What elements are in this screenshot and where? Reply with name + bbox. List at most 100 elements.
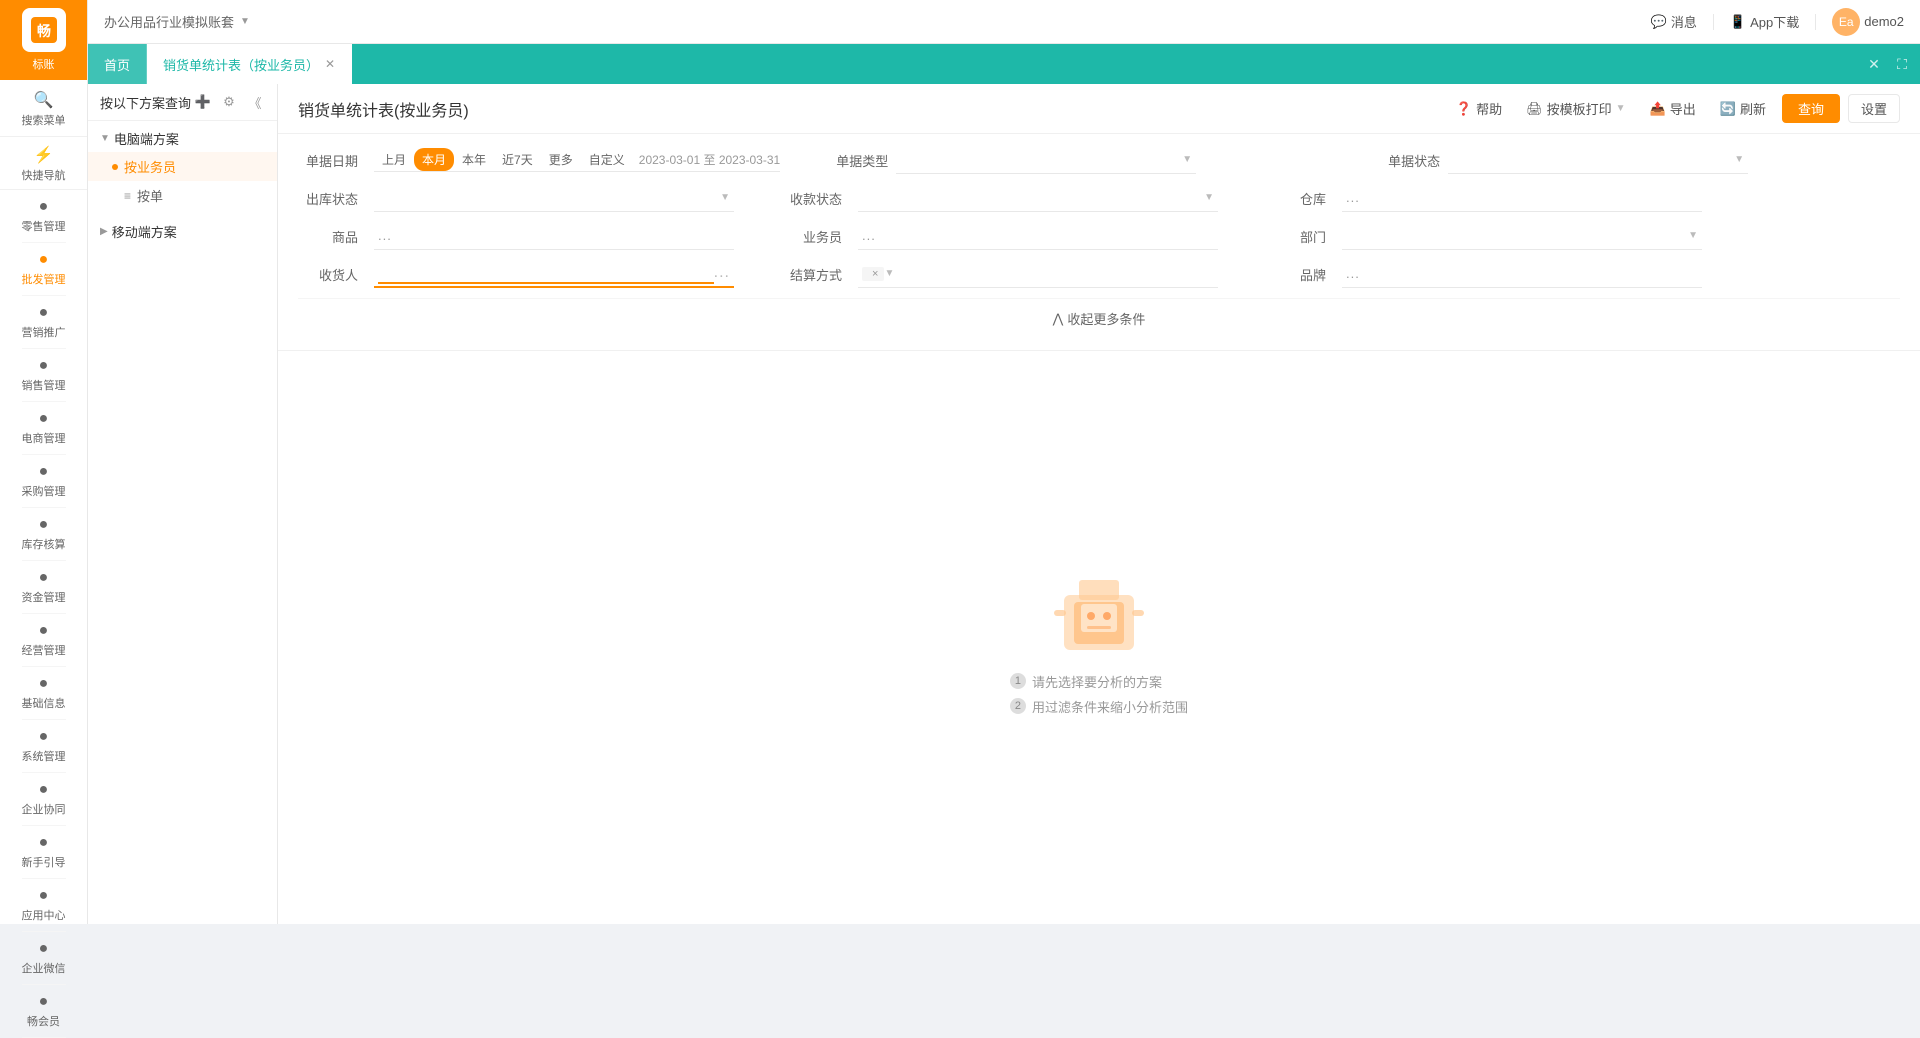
left-panel-settings-btn[interactable]: ⚙ (219, 92, 239, 112)
topbar-appdownload-label: App下载 (1750, 12, 1799, 31)
sidebar-item-newguide[interactable]: ● 新手引导 (22, 826, 66, 879)
sidebar-item-icon: ● (39, 357, 49, 375)
query-label: 查询 (1798, 99, 1824, 118)
topbar-company-name: 办公用品行业模拟账套 (104, 12, 234, 31)
sidebar-logo[interactable]: 畅 标账 (0, 0, 87, 80)
sidebar-item-vip[interactable]: ● 畅会员 (22, 985, 66, 1038)
refresh-btn[interactable]: 🔄 刷新 (1712, 95, 1774, 122)
sidebar-item-wechat[interactable]: ● 企业微信 (22, 932, 66, 985)
tab-home[interactable]: 首页 (88, 44, 147, 84)
date-btn-this-year[interactable]: 本年 (454, 148, 494, 171)
sidebar-item-label: 应用中心 (22, 907, 66, 923)
template-print-btn[interactable]: 🖨 按模板打印 ▼ (1518, 95, 1633, 122)
sidebar-item-label: 零售管理 (22, 218, 66, 234)
sidebar-item-finance[interactable]: ● 资金管理 (22, 561, 66, 614)
active-dot-icon (112, 164, 118, 170)
doc-status-control[interactable]: ▼ (1448, 146, 1748, 174)
sidebar-item-purchase[interactable]: ● 采购管理 (22, 455, 66, 508)
sidebar-quicknav-label: 快捷导航 (22, 167, 66, 183)
help-icon: ❓ (1456, 101, 1472, 117)
left-panel-header: 按以下方案查询 ➕ ⚙ 《 (88, 84, 277, 121)
salesperson-label: 业务员 (782, 227, 842, 246)
query-btn[interactable]: 查询 (1782, 94, 1840, 123)
sidebar-item-basic[interactable]: ● 基础信息 (22, 667, 66, 720)
department-control[interactable]: ▼ (1342, 222, 1702, 250)
topbar-user-btn[interactable]: Ea demo2 (1832, 8, 1904, 36)
salesperson-control[interactable]: ... (858, 222, 1218, 250)
sidebar-item-operation[interactable]: ● 经营管理 (22, 614, 66, 667)
goods-label: 商品 (298, 227, 358, 246)
empty-tip-2: 2 用过滤条件来缩小分析范围 (1010, 697, 1188, 716)
main-area: 办公用品行业模拟账套 ▼ 💬 消息 📱 App下载 Ea demo2 (88, 0, 1920, 924)
topbar-appdownload-btn[interactable]: 📱 App下载 (1730, 12, 1799, 31)
out-status-control[interactable]: ▼ (374, 184, 734, 212)
collapse-label: 收起更多条件 (1067, 309, 1145, 328)
topbar-dropdown[interactable]: 办公用品行业模拟账套 ▼ (104, 12, 250, 31)
sidebar-quicknav-item[interactable]: ⚡ 快捷导航 (0, 137, 87, 190)
left-panel-add-btn[interactable]: ➕ (193, 92, 213, 112)
topbar-dropdown-arrow-icon: ▼ (240, 16, 250, 27)
print-icon: 🖨 (1526, 101, 1543, 117)
consignee-control[interactable]: ... (374, 260, 734, 288)
content-area: 按以下方案查询 ➕ ⚙ 《 ▼ 电脑端方案 按业务员 ≡ 按单 (88, 84, 1920, 924)
collapse-row: ⋀ 收起更多条件 (298, 298, 1900, 338)
tab-sales-stats[interactable]: 销货单统计表（按业务员） ✕ (147, 44, 352, 84)
left-panel-collapse-btn[interactable]: 《 (245, 92, 265, 112)
out-status-label: 出库状态 (298, 189, 358, 208)
tab-minimize-btn[interactable]: ✕ (1864, 54, 1884, 74)
export-btn[interactable]: 📤 导出 (1642, 95, 1704, 122)
doc-type-control[interactable]: ▼ (896, 146, 1196, 174)
consignee-dots-icon: ... (714, 264, 730, 282)
scheme-salesperson-label: 按业务员 (124, 157, 176, 176)
date-btn-this-month[interactable]: 本月 (414, 148, 454, 171)
scheme-group-expand-icon: ▼ (100, 133, 110, 144)
sidebar-item-icon: ● (39, 198, 49, 216)
warehouse-control[interactable]: ... (1342, 184, 1702, 212)
sidebar-search-item[interactable]: 🔍 搜索菜单 (0, 80, 87, 137)
scheme-group-mobile-header[interactable]: ▶ 移动端方案 (88, 218, 277, 245)
settlement-control[interactable]: × ▼ (858, 260, 1218, 288)
sidebar-item-wholesale[interactable]: ● 批发管理 (22, 243, 66, 296)
sidebar-item-enterprise[interactable]: ● 企业协同 (22, 773, 66, 826)
settings-btn[interactable]: 设置 (1848, 94, 1900, 123)
sidebar-item-icon: ● (39, 410, 49, 428)
avatar: Ea (1832, 8, 1860, 36)
date-btn-last-7days[interactable]: 近7天 (494, 148, 541, 171)
empty-content: 1 请先选择要分析的方案 2 用过滤条件来缩小分析范围 (1010, 560, 1188, 716)
goods-control[interactable]: ... (374, 222, 734, 250)
sidebar-item-icon: ● (39, 304, 49, 322)
sidebar-item-marketing[interactable]: ● 营销推广 (22, 296, 66, 349)
scheme-group-pc-label: 电脑端方案 (114, 129, 179, 148)
sidebar-item-sales[interactable]: ● 销售管理 (22, 349, 66, 402)
avatar-text: Ea (1839, 15, 1854, 29)
sidebar-item-label: 批发管理 (22, 271, 66, 287)
date-btn-custom[interactable]: 自定义 (581, 148, 633, 171)
consignee-input[interactable] (378, 263, 714, 284)
sub-item-by-order[interactable]: ≡ 按单 (88, 181, 277, 210)
topbar-message-btn[interactable]: 💬 消息 (1651, 12, 1697, 31)
scheme-group-pc-header[interactable]: ▼ 电脑端方案 (88, 125, 277, 152)
payment-status-control[interactable]: ▼ (858, 184, 1218, 212)
brand-control[interactable]: ... (1342, 260, 1702, 288)
sidebar-item-ecommerce[interactable]: ● 电商管理 (22, 402, 66, 455)
scheme-item-by-salesperson[interactable]: 按业务员 (88, 152, 277, 181)
tab-close-icon[interactable]: ✕ (325, 57, 335, 71)
collapse-btn[interactable]: ⋀ 收起更多条件 (1047, 303, 1152, 334)
date-btn-last-month[interactable]: 上月 (374, 148, 414, 171)
sidebar-item-label: 电商管理 (22, 430, 66, 446)
date-btn-more[interactable]: 更多 (541, 148, 581, 171)
help-label: 帮助 (1476, 99, 1502, 118)
sidebar-item-appcenter[interactable]: ● 应用中心 (22, 879, 66, 932)
settlement-tag-close-btn[interactable]: × (872, 268, 878, 280)
empty-tip-2-text: 用过滤条件来缩小分析范围 (1032, 697, 1188, 716)
goods-dots-icon: ... (378, 228, 730, 243)
tab-maximize-btn[interactable]: ⛶ (1892, 54, 1912, 74)
sidebar-item-system[interactable]: ● 系统管理 (22, 720, 66, 773)
tip-num-1: 1 (1010, 673, 1026, 689)
sidebar-item-retail[interactable]: ● 零售管理 (22, 190, 66, 243)
sidebar-item-inventory[interactable]: ● 库存核算 (22, 508, 66, 561)
help-btn[interactable]: ❓ 帮助 (1448, 95, 1510, 122)
salesperson-dots-icon: ... (862, 228, 1214, 243)
topbar-divider-2 (1815, 14, 1816, 30)
date-range-display: 2023-03-01 至 2023-03-31 (639, 151, 780, 168)
